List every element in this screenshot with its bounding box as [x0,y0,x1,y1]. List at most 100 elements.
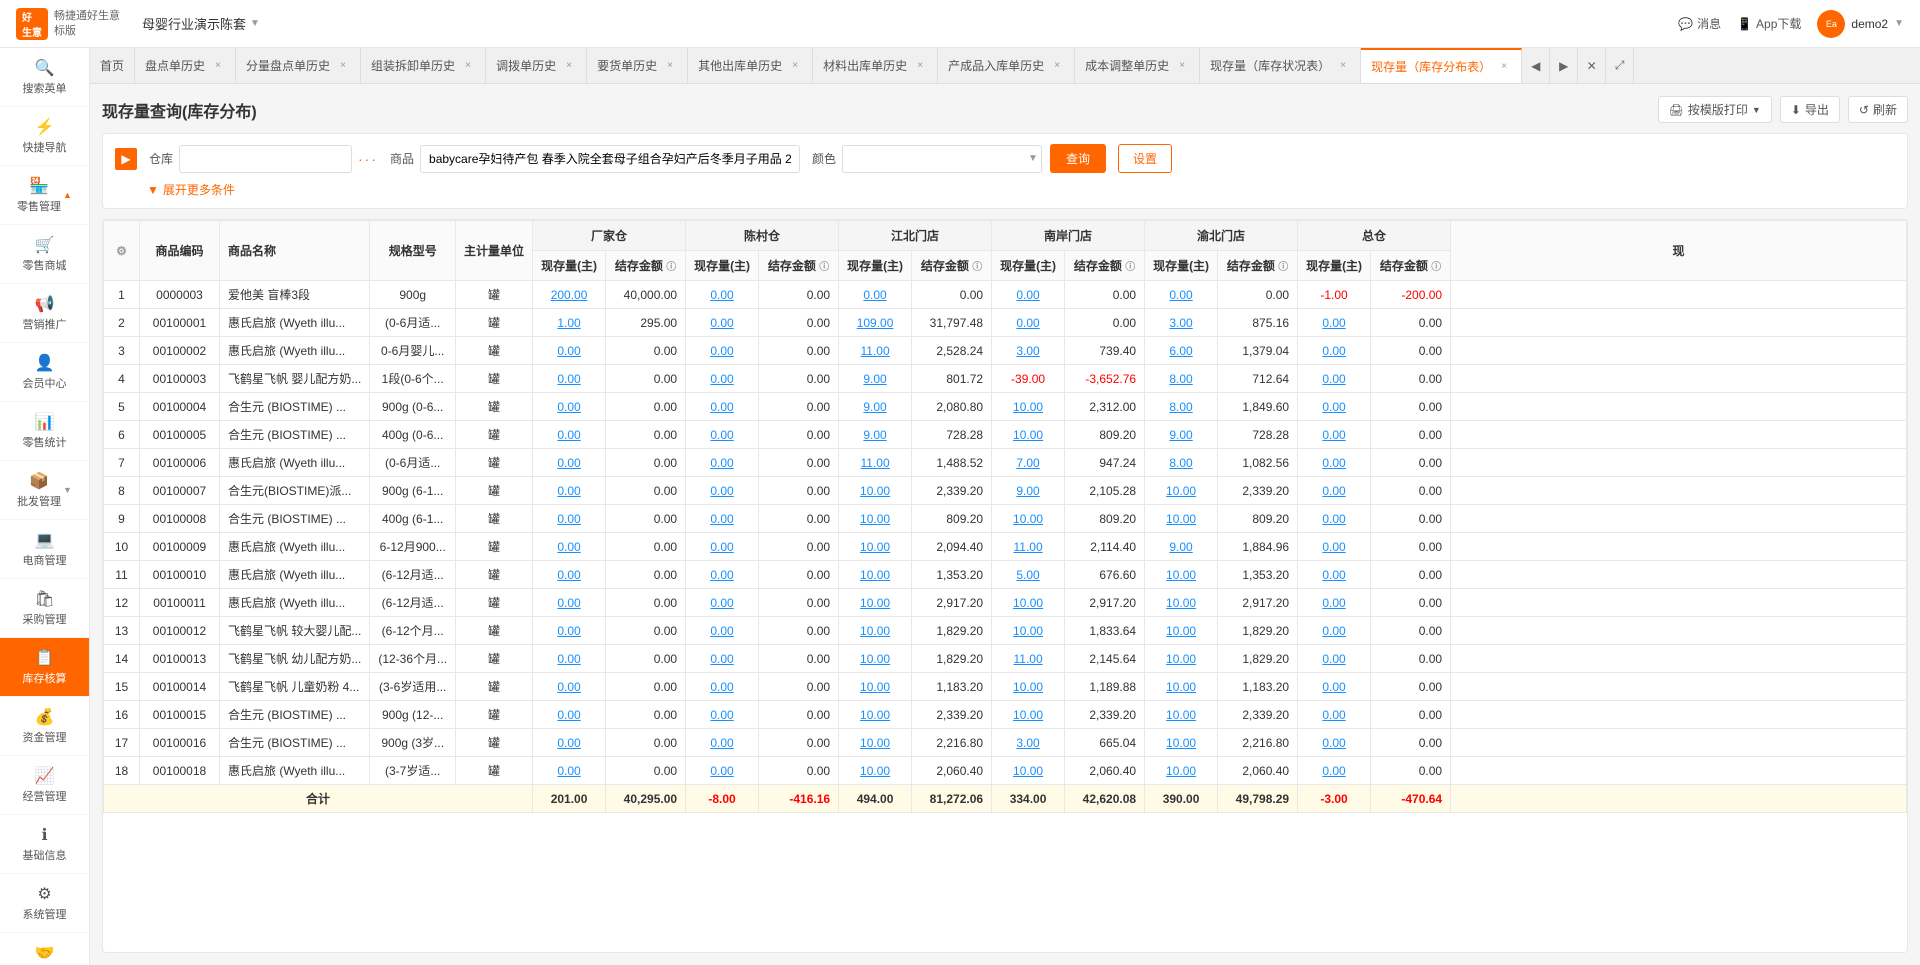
th-gear[interactable]: ⚙ [104,221,140,281]
sidebar-item-finance[interactable]: 💰 资金管理 [0,697,89,756]
table-row: 1300100012飞鹤星飞帆 较大婴儿配...(6-12个月...罐0.000… [104,617,1907,645]
na-amt-info[interactable]: ⓘ [1125,262,1135,273]
sidebar-item-members[interactable]: 👤 会员中心 [0,343,89,402]
tab-stock-dist[interactable]: 现存量（库存分布表） × [1361,48,1522,84]
logo-text-line1: 畅捷通好生意 [54,9,120,23]
cc-amt-info[interactable]: ⓘ [819,262,829,273]
sidebar-item-ecom[interactable]: 💻 电商管理 [0,520,89,579]
basic-info-icon: ℹ [4,825,85,845]
export-icon: ⬇ [1791,103,1801,117]
tab-order[interactable]: 要货单历史 × [587,48,688,84]
tab-other-out[interactable]: 其他出库单历史 × [688,48,813,84]
table-row: 1000100009惠氏启旅 (Wyeth illu...6-12月900...… [104,533,1907,561]
tab-close-material-out[interactable]: × [913,59,927,73]
sidebar-item-nav[interactable]: ⚡ 快捷导航 [0,107,89,166]
tab-close-sub-check[interactable]: × [336,59,350,73]
tab-close-order[interactable]: × [663,59,677,73]
tab-close-stock-status[interactable]: × [1336,59,1350,73]
sidebar-item-inventory[interactable]: 📋 库存核算 [0,638,89,697]
tab-close-stock-dist[interactable]: × [1497,60,1511,74]
tab-home[interactable]: 首页 [90,48,135,84]
sidebar-item-retail-stats[interactable]: 📊 零售统计 [0,402,89,461]
tab-close-all-btn[interactable]: ✕ [1578,48,1606,84]
company-name: 母婴行业演示陈套 [142,14,246,33]
tab-assemble[interactable]: 组装拆卸单历史 × [361,48,486,84]
logo-icon: 好生意 [16,8,48,40]
yb-amt-info[interactable]: ⓘ [1278,262,1288,273]
top-bar: 好生意 畅捷通好生意 标版 母婴行业演示陈套 ▼ 💬 消息 📱 App下载 Ea [0,0,1920,48]
refresh-icon: ↺ [1859,103,1869,117]
tab-fullscreen-btn[interactable]: ⤢ [1606,48,1634,84]
company-dropdown[interactable]: 母婴行业演示陈套 ▼ [142,14,260,33]
logo-text-line2: 标版 [54,24,120,38]
user-area[interactable]: Ea demo2 ▼ [1817,10,1904,38]
gear-icon[interactable]: ⚙ [116,244,127,258]
sidebar-item-collab[interactable]: 🤝 企业协同 [0,933,89,965]
sidebar-item-basic-info[interactable]: ℹ 基础信息 [0,815,89,874]
sidebar-item-search[interactable]: 🔍 搜索英单 [0,48,89,107]
sidebar-item-purchase[interactable]: 🛍 采购管理 [0,579,89,638]
ecom-icon: 💻 [4,530,85,550]
th-jb-qty: 现存量(主) [839,251,912,281]
total-amt-info[interactable]: ⓘ [1431,262,1441,273]
print-btn[interactable]: 🖨 按模版打印 ▼ [1658,96,1772,123]
tab-close-transfer[interactable]: × [562,59,576,73]
tab-material-out[interactable]: 材料出库单历史 × [813,48,938,84]
export-btn[interactable]: ⬇ 导出 [1780,96,1840,123]
sidebar-item-system[interactable]: ⚙ 系统管理 [0,874,89,933]
expand-conditions-btn[interactable]: ▼ 展开更多条件 [147,181,1895,198]
page-content: 现存量查询(库存分布) 🖨 按模版打印 ▼ ⬇ 导出 ↺ [90,84,1920,965]
tab-close-product-in[interactable]: × [1050,59,1064,73]
sidebar-item-retail[interactable]: 🏪 零售管理 ▲ [0,166,89,225]
color-input[interactable] [842,145,1042,173]
summary-label: 合计 [104,785,533,813]
retail-stats-icon: 📊 [4,412,85,432]
warehouse-dots-btn[interactable]: ··· [358,151,378,167]
print-icon: 🖨 [1669,103,1684,117]
table-row: 1700100016合生元 (BIOSTIME) ...900g (3岁...罐… [104,729,1907,757]
th-group-cf: 厂家仓 [533,221,686,251]
tab-prev-btn[interactable]: ◀ [1522,48,1550,84]
tab-product-in[interactable]: 产成品入库单历史 × [938,48,1075,84]
tab-close-other-out[interactable]: × [788,59,802,73]
data-table: ⚙ 商品编码 商品名称 规格型号 主计量单位 厂家仓 陈村仓 江北门店 南岸门店… [103,220,1907,813]
sidebar-item-wholesale[interactable]: 📦 批发管理 ▼ [0,461,89,520]
sidebar-item-mall[interactable]: 🛒 零售商城 [0,225,89,284]
tab-inventory-check[interactable]: 盘点单历史 × [135,48,236,84]
warehouse-label: 仓库 [149,150,173,167]
table-row: 1800100018惠氏启旅 (Wyeth illu...(3-7岁适...罐0… [104,757,1907,785]
th-group-na: 南岸门店 [992,221,1145,251]
tab-close-inventory-check[interactable]: × [211,59,225,73]
sidebar-item-operations[interactable]: 📈 经营管理 [0,756,89,815]
th-spec: 规格型号 [370,221,456,281]
color-field: 颜色 ▼ [812,145,1038,173]
th-cc-amt: 结存金额 ⓘ [759,251,839,281]
setting-btn[interactable]: 设置 [1118,144,1172,173]
tab-sub-check[interactable]: 分量盘点单历史 × [236,48,361,84]
message-btn[interactable]: 💬 消息 [1678,15,1721,32]
color-dropdown-icon[interactable]: ▼ [1028,153,1038,164]
warehouse-input[interactable] [179,145,352,173]
content-area: 首页 盘点单历史 × 分量盘点单历史 × 组装拆卸单历史 × 调拨单历史 × [90,48,1920,965]
sidebar-item-marketing[interactable]: 📢 营销推广 [0,284,89,343]
cf-amt-info[interactable]: ⓘ [666,262,676,273]
jb-amt-info[interactable]: ⓘ [972,262,982,273]
tab-stock-status[interactable]: 现存量（库存状况表） × [1200,48,1361,84]
table-row: 300100002惠氏启旅 (Wyeth illu...0-6月婴儿...罐0.… [104,337,1907,365]
tab-close-cost-adjust[interactable]: × [1175,59,1189,73]
tab-cost-adjust[interactable]: 成本调整单历史 × [1075,48,1200,84]
goods-input[interactable] [420,145,800,173]
th-total-qty: 现存量(主) [1298,251,1371,281]
app-download-btn[interactable]: 📱 App下载 [1737,15,1801,32]
tab-next-btn[interactable]: ▶ [1550,48,1578,84]
th-jb-amt: 结存金额 ⓘ [912,251,992,281]
tab-transfer[interactable]: 调拨单历史 × [486,48,587,84]
dropdown-icon[interactable]: ▼ [250,18,260,29]
tab-close-assemble[interactable]: × [461,59,475,73]
refresh-btn[interactable]: ↺ 刷新 [1848,96,1908,123]
th-yb-amt: 结存金额 ⓘ [1218,251,1298,281]
expand-toggle[interactable]: ▶ [115,148,137,170]
query-btn[interactable]: 查询 [1050,144,1106,173]
color-label: 颜色 [812,150,836,167]
message-icon: 💬 [1678,17,1693,31]
